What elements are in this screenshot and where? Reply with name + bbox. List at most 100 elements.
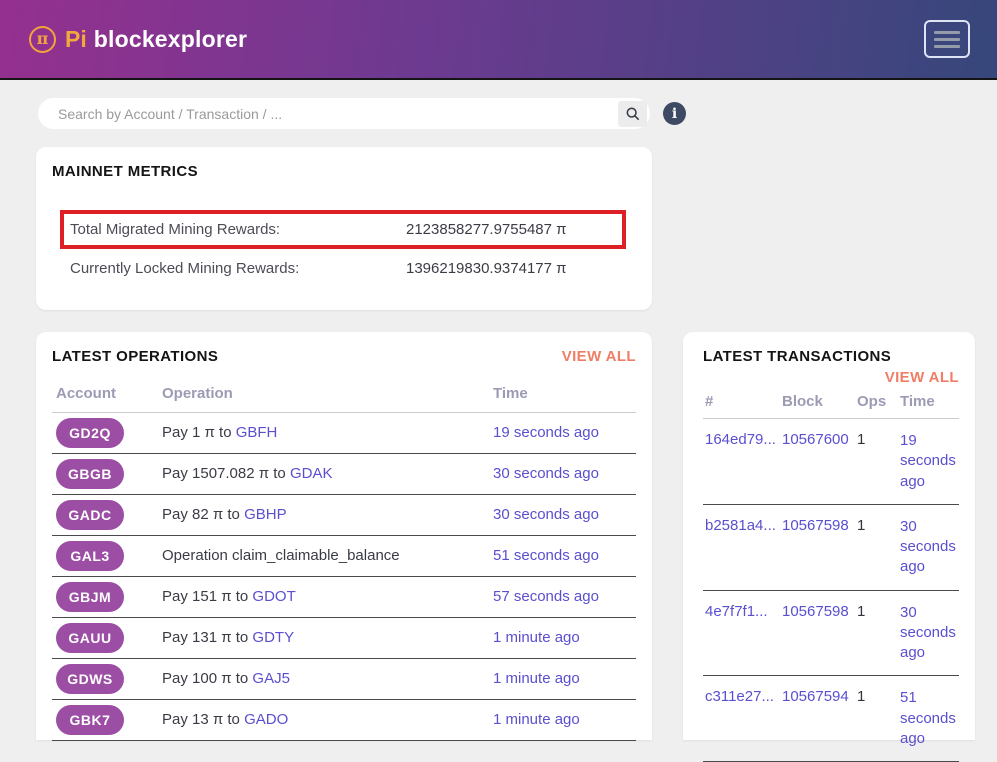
transaction-row: c311e27... 10567594 1 51 seconds ago <box>703 676 959 762</box>
account-cell: GADC <box>56 500 162 530</box>
operation-row: GAUU Pay 131 π to GDTY 1 minute ago <box>52 618 636 659</box>
account-badge[interactable]: GAUU <box>56 623 124 653</box>
transaction-row: 4e7f7f1... 10567598 1 30 seconds ago <box>703 591 959 677</box>
transaction-block-link[interactable]: 10567594 <box>782 688 857 705</box>
metric-row-total-migrated highlight-annotation: Total Migrated Mining Rewards: 212385827… <box>60 210 626 249</box>
operation-row: GADC Pay 82 π to GBHP 30 seconds ago <box>52 495 636 536</box>
hamburger-menu-icon <box>934 30 960 34</box>
search-input[interactable] <box>56 104 618 123</box>
hamburger-menu-button[interactable] <box>924 20 970 58</box>
transaction-time-link[interactable]: 30 seconds ago <box>900 603 959 664</box>
account-cell: GBK7 <box>56 705 162 735</box>
time-cell: 30 seconds ago <box>493 506 636 524</box>
info-button[interactable]: i <box>663 102 686 125</box>
operations-table-header: Account Operation Time <box>52 379 636 413</box>
operation-cell: Pay 13 π to GADO <box>162 711 493 729</box>
transactions-view-all-link[interactable]: VIEW ALL <box>885 369 959 386</box>
operation-text: Operation claim_claimable_balance <box>162 547 400 564</box>
mainnet-metrics-card: MAINNET METRICS Total Migrated Mining Re… <box>36 147 652 310</box>
operation-time-link[interactable]: 57 seconds ago <box>493 588 599 605</box>
column-header-time: Time <box>900 393 935 410</box>
account-badge[interactable]: GBJM <box>56 582 124 612</box>
brand-logo[interactable]: π Pi blockexplorer <box>29 25 248 53</box>
operation-cell: Pay 1507.082 π to GDAK <box>162 465 493 483</box>
operation-target-link[interactable]: GBHP <box>244 506 287 523</box>
search-icon <box>626 107 639 120</box>
operation-text: Pay 131 π to <box>162 629 253 646</box>
operation-text: Pay 100 π to <box>162 670 253 687</box>
transaction-row: b2581a4... 10567598 1 30 seconds ago <box>703 505 959 591</box>
time-cell: 1 minute ago <box>493 711 636 729</box>
operation-target-link[interactable]: GADO <box>244 711 288 728</box>
transaction-hash-link[interactable]: 164ed79... <box>705 431 782 448</box>
transaction-hash-link[interactable]: c311e27... <box>705 688 782 705</box>
account-cell: GAUU <box>56 623 162 653</box>
brand-name-text: blockexplorer <box>93 25 248 52</box>
transaction-row: 164ed79... 10567600 1 19 seconds ago <box>703 419 959 505</box>
transaction-time-link[interactable]: 19 seconds ago <box>900 431 959 492</box>
operation-row: GBGB Pay 1507.082 π to GDAK 30 seconds ago <box>52 454 636 495</box>
latest-transactions-card: LATEST TRANSACTIONS VIEW ALL # Block Ops… <box>683 332 975 762</box>
time-cell: 57 seconds ago <box>493 588 636 606</box>
operation-time-link[interactable]: 1 minute ago <box>493 711 580 728</box>
operation-target-link[interactable]: GAJ5 <box>252 670 290 687</box>
account-badge[interactable]: GBGB <box>56 459 124 489</box>
time-cell: 1 minute ago <box>493 629 636 647</box>
operation-time-link[interactable]: 1 minute ago <box>493 670 580 687</box>
operation-target-link[interactable]: GDAK <box>290 465 333 482</box>
operations-view-all-link[interactable]: VIEW ALL <box>562 348 636 365</box>
pi-circle-icon: π <box>29 25 56 53</box>
time-cell: 1 minute ago <box>493 670 636 688</box>
operation-row: GBK7 Pay 13 π to GADO 1 minute ago <box>52 700 636 741</box>
transaction-ops-count: 1 <box>857 431 866 448</box>
operation-text: Pay 82 π to <box>162 506 245 523</box>
metric-label: Currently Locked Mining Rewards: <box>70 260 300 277</box>
account-badge[interactable]: GAL3 <box>56 541 124 571</box>
transaction-hash-link[interactable]: b2581a4... <box>705 517 782 534</box>
transaction-ops-count: 1 <box>857 516 866 534</box>
column-header-time: Time <box>493 385 528 402</box>
mainnet-metrics-title: MAINNET METRICS <box>52 163 198 180</box>
column-header-account: Account <box>56 385 116 402</box>
operation-target-link[interactable]: GDTY <box>252 629 294 646</box>
operation-time-link[interactable]: 30 seconds ago <box>493 465 599 482</box>
operation-text: Pay 1507.082 π to <box>162 465 290 482</box>
operation-target-link[interactable]: GBFH <box>236 424 278 441</box>
operations-table-body: GD2Q Pay 1 π to GBFH 19 seconds ago GBGB Pay… <box>52 413 636 741</box>
operation-cell: Pay 100 π to GAJ5 <box>162 670 493 688</box>
operation-text: Pay 1 π to <box>162 424 236 441</box>
latest-transactions-title: LATEST TRANSACTIONS <box>703 348 892 365</box>
column-header-operation: Operation <box>162 385 233 402</box>
metric-value: 1396219830.9374177 π <box>406 260 567 277</box>
latest-operations-card: LATEST OPERATIONS VIEW ALL Account Opera… <box>36 332 652 741</box>
transaction-hash-link[interactable]: 4e7f7f1... <box>705 603 782 620</box>
operation-time-link[interactable]: 51 seconds ago <box>493 547 599 564</box>
transaction-time-link[interactable]: 30 seconds ago <box>900 517 959 578</box>
search-row: i <box>38 98 686 129</box>
account-cell: GDWS <box>56 664 162 694</box>
operation-cell: Pay 1 π to GBFH <box>162 424 493 442</box>
transaction-block-link[interactable]: 10567598 <box>782 517 857 534</box>
operation-target-link[interactable]: GDOT <box>252 588 295 605</box>
info-icon: i <box>671 105 678 122</box>
latest-operations-header: LATEST OPERATIONS VIEW ALL <box>52 348 636 365</box>
time-cell: 30 seconds ago <box>493 465 636 483</box>
transaction-block-link[interactable]: 10567598 <box>782 603 857 620</box>
time-cell: 19 seconds ago <box>493 424 636 442</box>
operation-row: GDWS Pay 100 π to GAJ5 1 minute ago <box>52 659 636 700</box>
transaction-block-link[interactable]: 10567600 <box>782 431 857 448</box>
operation-row: GAL3 Operation claim_claimable_balance 51 … <box>52 536 636 577</box>
operation-time-link[interactable]: 19 seconds ago <box>493 424 599 441</box>
account-badge[interactable]: GD2Q <box>56 418 124 448</box>
account-cell: GBGB <box>56 459 162 489</box>
account-badge[interactable]: GDWS <box>56 664 124 694</box>
operation-text: Pay 151 π to <box>162 588 253 605</box>
operation-time-link[interactable]: 1 minute ago <box>493 629 580 646</box>
operation-cell: Pay 82 π to GBHP <box>162 506 493 524</box>
account-badge[interactable]: GADC <box>56 500 124 530</box>
operation-text: Pay 13 π to <box>162 711 245 728</box>
account-cell: GAL3 <box>56 541 162 571</box>
search-button[interactable] <box>618 100 647 127</box>
operation-time-link[interactable]: 30 seconds ago <box>493 506 599 523</box>
account-badge[interactable]: GBK7 <box>56 705 124 735</box>
